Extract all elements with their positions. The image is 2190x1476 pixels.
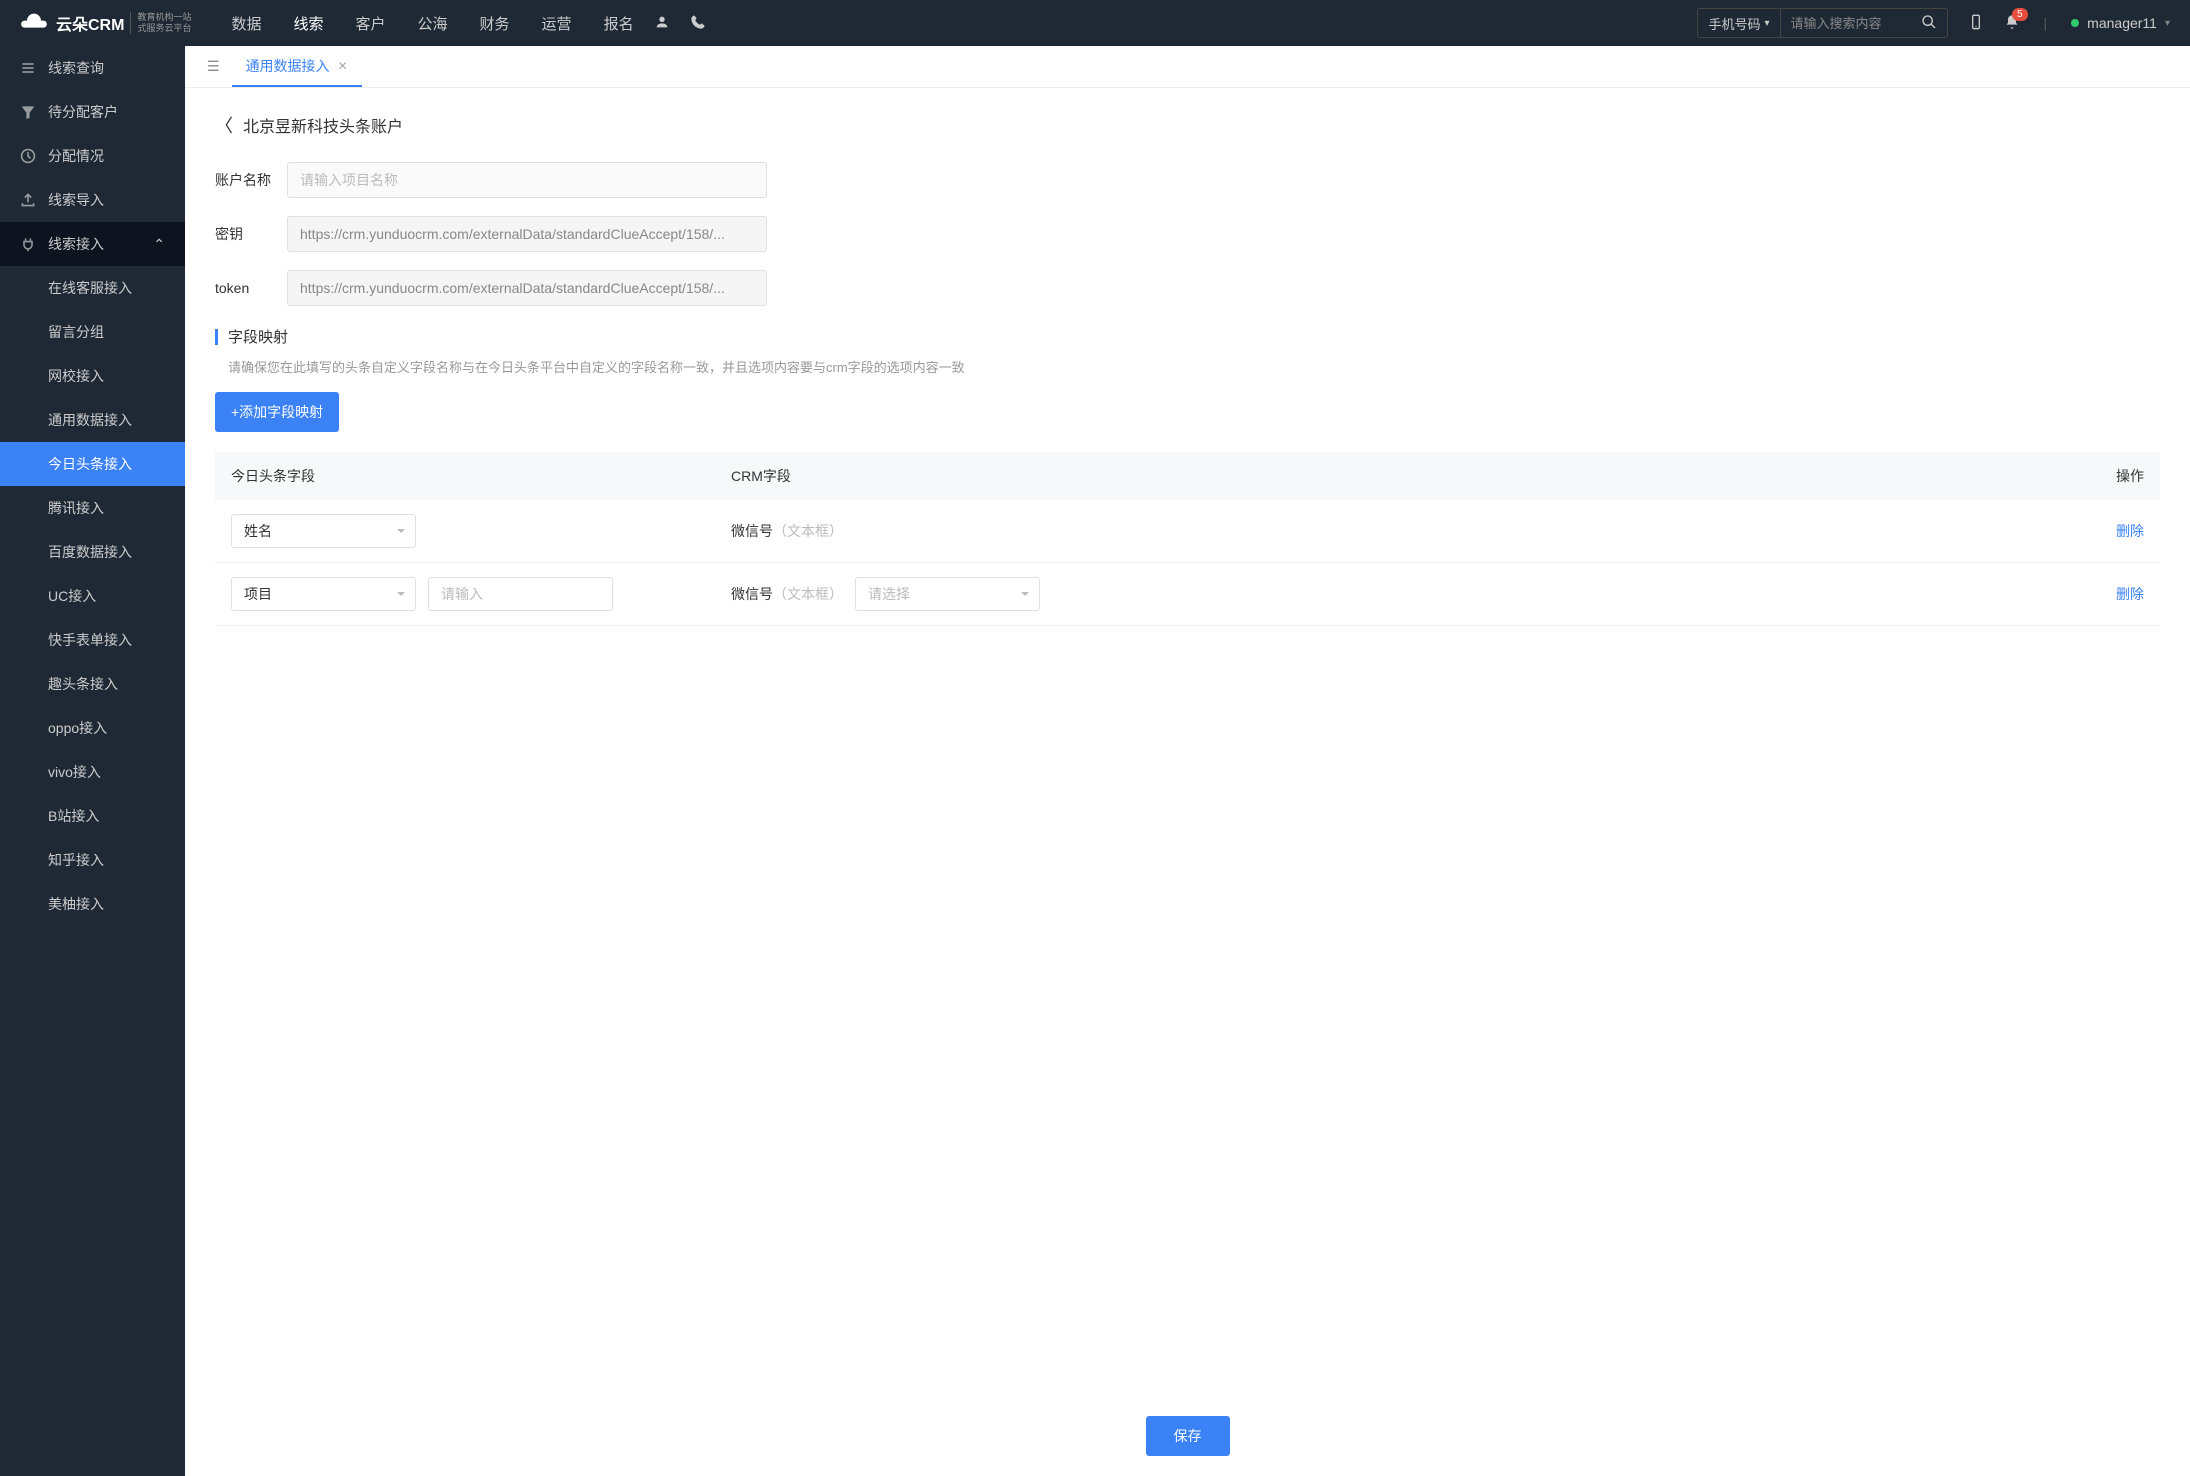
sidebar-sub-item[interactable]: oppo接入	[0, 706, 185, 750]
sidebar-item[interactable]: 线索接入⌃	[0, 222, 185, 266]
section-title: 字段映射	[228, 326, 288, 347]
sidebar-sub-item[interactable]: 快手表单接入	[0, 618, 185, 662]
search-input[interactable]	[1781, 16, 1911, 31]
token-input[interactable]	[287, 270, 767, 306]
user-menu[interactable]: manager11 ▾	[2071, 15, 2170, 31]
search-type-select[interactable]: 手机号码 ▾	[1698, 9, 1780, 37]
secret-input[interactable]	[287, 216, 767, 252]
table-header-action: 操作	[2084, 466, 2144, 486]
delete-row-button[interactable]: 删除	[2116, 586, 2144, 602]
logo-text: 云朵CRM	[56, 11, 124, 35]
tab-close-icon[interactable]: ✕	[338, 59, 348, 73]
table-header: 今日头条字段 CRM字段 操作	[215, 452, 2160, 500]
notification-badge: 5	[2012, 8, 2028, 21]
back-arrow-icon[interactable]: 〈	[215, 112, 233, 138]
add-field-mapping-button[interactable]: +添加字段映射	[215, 392, 339, 432]
sidebar-item[interactable]: 线索导入	[0, 178, 185, 222]
sidebar-sub-item[interactable]: UC接入	[0, 574, 185, 618]
sidebar-sub-item[interactable]: 知乎接入	[0, 838, 185, 882]
crm-field-select[interactable]: 请选择	[855, 577, 1040, 611]
sidebar-sub-item[interactable]: 通用数据接入	[0, 398, 185, 442]
mobile-icon[interactable]	[1968, 14, 1984, 33]
sidebar-sub-item[interactable]: 趣头条接入	[0, 662, 185, 706]
nav-item[interactable]: 运营	[542, 13, 572, 34]
search-button[interactable]	[1911, 14, 1947, 33]
account-name-label: 账户名称	[215, 170, 287, 190]
crm-field-label: 微信号	[731, 586, 773, 602]
toutiao-field-select[interactable]: 姓名	[231, 514, 416, 548]
logo-subtitle: 教育机构一站 式服务云平台	[130, 12, 191, 34]
crm-field-type: （文本框）	[773, 523, 843, 539]
tabs-menu-icon[interactable]: ☰	[195, 58, 232, 75]
tab-general-data[interactable]: 通用数据接入 ✕	[232, 46, 362, 87]
toutiao-field-input[interactable]	[428, 577, 613, 611]
nav-item[interactable]: 公海	[418, 13, 448, 34]
save-button[interactable]: 保存	[1146, 1416, 1230, 1456]
sidebar-sub-item[interactable]: 美柚接入	[0, 882, 185, 926]
section-description: 请确保您在此填写的头条自定义字段名称与在今日头条平台中自定义的字段名称一致，并且…	[215, 357, 2160, 376]
table-header-crm: CRM字段	[731, 466, 2084, 486]
sidebar-sub-item[interactable]: B站接入	[0, 794, 185, 838]
page-title: 北京昱新科技头条账户	[243, 113, 403, 137]
nav-item[interactable]: 数据	[231, 13, 261, 34]
phone-icon[interactable]	[690, 14, 706, 33]
user-icon[interactable]	[654, 14, 670, 33]
nav-item[interactable]: 报名	[604, 13, 634, 34]
bell-icon[interactable]: 5	[2004, 14, 2020, 33]
sidebar-sub-item[interactable]: vivo接入	[0, 750, 185, 794]
crm-field-type: （文本框）	[773, 586, 843, 602]
toutiao-field-select[interactable]: 项目	[231, 577, 416, 611]
status-dot	[2071, 19, 2079, 27]
search-box: 手机号码 ▾	[1697, 8, 1947, 38]
sidebar-item[interactable]: 分配情况	[0, 134, 185, 178]
crm-field-label: 微信号	[731, 523, 773, 539]
sidebar-sub-item[interactable]: 百度数据接入	[0, 530, 185, 574]
token-label: token	[215, 280, 287, 296]
delete-row-button[interactable]: 删除	[2116, 523, 2144, 539]
nav-item[interactable]: 线索	[293, 13, 323, 34]
account-name-input[interactable]	[287, 162, 767, 198]
table-row: 项目 微信号（文本框） 请选择 删除	[215, 563, 2160, 626]
table-row: 姓名 微信号（文本框） 删除	[215, 500, 2160, 563]
sidebar-sub-item[interactable]: 在线客服接入	[0, 266, 185, 310]
secret-label: 密钥	[215, 224, 287, 244]
logo: 云朵CRM 教育机构一站 式服务云平台	[20, 9, 191, 37]
nav-item[interactable]: 客户	[356, 13, 386, 34]
sidebar-item[interactable]: 线索查询	[0, 46, 185, 90]
sidebar-sub-item[interactable]: 留言分组	[0, 310, 185, 354]
sidebar-sub-item[interactable]: 今日头条接入	[0, 442, 185, 486]
sidebar-item[interactable]: 待分配客户	[0, 90, 185, 134]
username: manager11	[2087, 15, 2157, 31]
sidebar-sub-item[interactable]: 腾讯接入	[0, 486, 185, 530]
section-accent-bar	[215, 329, 218, 345]
table-header-toutiao: 今日头条字段	[231, 466, 731, 486]
nav-item[interactable]: 财务	[480, 13, 510, 34]
sidebar-sub-item[interactable]: 网校接入	[0, 354, 185, 398]
